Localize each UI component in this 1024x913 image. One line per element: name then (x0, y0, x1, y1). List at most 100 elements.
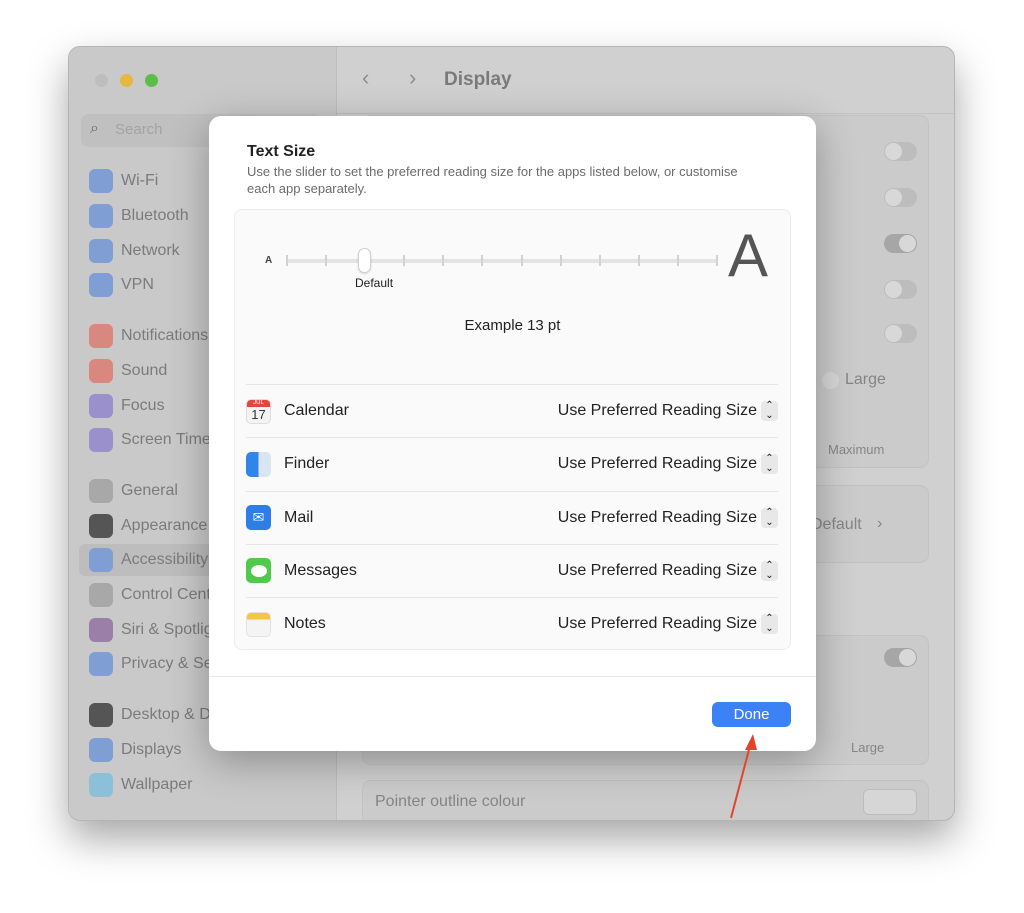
radio-large[interactable] (822, 372, 839, 389)
sidebar-item-label: Displays (121, 741, 182, 758)
slider-tick (676, 255, 679, 266)
app-row-messages: Messages Use Preferred Reading Size ⌃ ⌄ (246, 543, 778, 597)
small-a-label: A (265, 255, 273, 266)
chevron-right-icon: › (877, 515, 883, 532)
toggles-icon (89, 583, 113, 607)
sidebar-item-label: VPN (121, 276, 154, 293)
slider-tick (598, 255, 601, 266)
text-size-dialog: Text Size Use the slider to set the pref… (209, 116, 816, 751)
toggle[interactable] (884, 648, 917, 667)
vpn-globe-icon (89, 273, 113, 297)
sidebar-item-label: Bluetooth (121, 207, 189, 224)
sidebar-item-label: Wallpaper (121, 776, 193, 793)
popup-value: Use Preferred Reading Size (557, 561, 757, 579)
popup-value: Use Preferred Reading Size (557, 615, 757, 633)
sidebar-item-label: Accessibility (121, 551, 209, 568)
slider-max-label: Maximum (828, 442, 885, 457)
slider-large-label: Large (851, 740, 885, 755)
app-name: Messages (284, 561, 357, 579)
toggle[interactable] (884, 280, 917, 299)
minimize-button[interactable] (120, 74, 133, 87)
toggle[interactable] (884, 324, 917, 343)
wifi-icon (89, 169, 113, 193)
slider-tick (325, 255, 328, 266)
reading-size-popup[interactable]: Use Preferred Reading Size ⌃ ⌄ (557, 614, 778, 635)
toggle[interactable] (884, 188, 917, 207)
slider-tick (559, 255, 562, 266)
up-down-chevron-icon: ⌃ ⌄ (761, 614, 778, 635)
speaker-icon (89, 359, 113, 383)
reading-size-popup[interactable]: Use Preferred Reading Size ⌃ ⌄ (557, 454, 778, 475)
popup-value: Use Preferred Reading Size (557, 508, 757, 526)
sidebar-item-label: Focus (121, 397, 165, 414)
search-placeholder: Search (115, 121, 163, 138)
close-button[interactable] (95, 74, 108, 87)
hourglass-icon (89, 428, 113, 452)
done-button[interactable]: Done (712, 702, 791, 727)
up-down-chevron-icon: ⌃ ⌄ (761, 560, 778, 581)
app-name: Calendar (284, 402, 349, 419)
dialog-title: Text Size (247, 143, 316, 160)
default-tick-label: Default (355, 276, 394, 290)
default-value: Default (811, 516, 862, 533)
zoom-button[interactable] (145, 74, 158, 87)
app-name: Notes (284, 615, 326, 633)
sidebar-item-label: Notifications (121, 327, 209, 344)
siri-icon (89, 618, 113, 642)
annotation-arrow (730, 734, 757, 819)
reading-size-popup[interactable]: Use Preferred Reading Size ⌃ ⌄ (557, 507, 778, 528)
forward-button[interactable]: › (409, 65, 416, 91)
radio-large-label: Large (845, 371, 886, 388)
slider-tick (403, 255, 406, 266)
reading-size-popup[interactable]: Use Preferred Reading Size ⌃ ⌄ (557, 560, 778, 581)
search-icon: ⌕ (90, 120, 99, 137)
example-text: Example 13 pt (464, 317, 561, 334)
reading-size-popup[interactable]: Use Preferred Reading Size ⌃ ⌄ (558, 401, 778, 421)
dialog-subtitle: Use the slider to set the preferred read… (247, 164, 738, 196)
slider-tick (286, 255, 288, 266)
bell-icon (89, 324, 113, 348)
toggle[interactable] (884, 234, 917, 253)
app-name: Mail (284, 508, 314, 526)
accessibility-icon (89, 548, 113, 572)
dock-icon (89, 703, 113, 727)
slider-tick (481, 255, 484, 266)
app-row-mail: ✉ Mail Use Preferred Reading Size ⌃ ⌄ (246, 490, 778, 544)
app-row-finder: Finder Use Preferred Reading Size ⌃ ⌄ (246, 437, 778, 490)
flower-icon (89, 773, 113, 797)
app-row-notes: Notes Use Preferred Reading Size ⌃ ⌄ (246, 597, 778, 650)
page-title: Display (444, 69, 512, 90)
slider-tick (716, 255, 718, 266)
app-name: Finder (284, 455, 330, 473)
sidebar-item-label: Screen Time (121, 431, 211, 448)
slider-tick (442, 255, 445, 266)
hand-icon (89, 652, 113, 676)
back-button[interactable]: ‹ (362, 65, 369, 91)
sidebar-item-label: Sound (121, 362, 168, 379)
messages-icon (246, 558, 271, 584)
popup-value: Use Preferred Reading Size (557, 455, 757, 473)
sidebar-item-label: Wi-Fi (121, 172, 159, 189)
sidebar-item-label: General (121, 482, 178, 499)
text-size-slider[interactable] (286, 248, 718, 273)
slider-thumb[interactable] (358, 248, 372, 273)
text-size-panel: A Default A Example 13 pt JUL 17 Calendar U… (234, 209, 791, 650)
slider-tick (637, 255, 640, 266)
sidebar-item-label: Network (121, 242, 180, 259)
mail-icon: ✉ (246, 505, 271, 531)
sun-icon (89, 738, 113, 762)
sidebar-item-wallpaper[interactable]: Wallpaper (79, 769, 329, 801)
moon-icon (89, 394, 113, 418)
up-down-chevron-icon: ⌃ ⌄ (761, 454, 778, 475)
up-down-chevron-icon: ⌃ ⌄ (761, 401, 778, 421)
sidebar-item-label: Appearance (121, 517, 208, 534)
popup-value: Use Preferred Reading Size (557, 402, 757, 419)
app-row-calendar: JUL 17 Calendar Use Preferred Reading Size ⌃… (246, 384, 778, 437)
colour-well[interactable] (863, 789, 917, 815)
up-down-chevron-icon: ⌃ ⌄ (761, 507, 778, 528)
slider-tick (520, 255, 523, 266)
finder-icon (246, 451, 271, 477)
gear-icon (89, 479, 113, 503)
globe-icon (89, 239, 113, 263)
toggle[interactable] (884, 142, 917, 161)
